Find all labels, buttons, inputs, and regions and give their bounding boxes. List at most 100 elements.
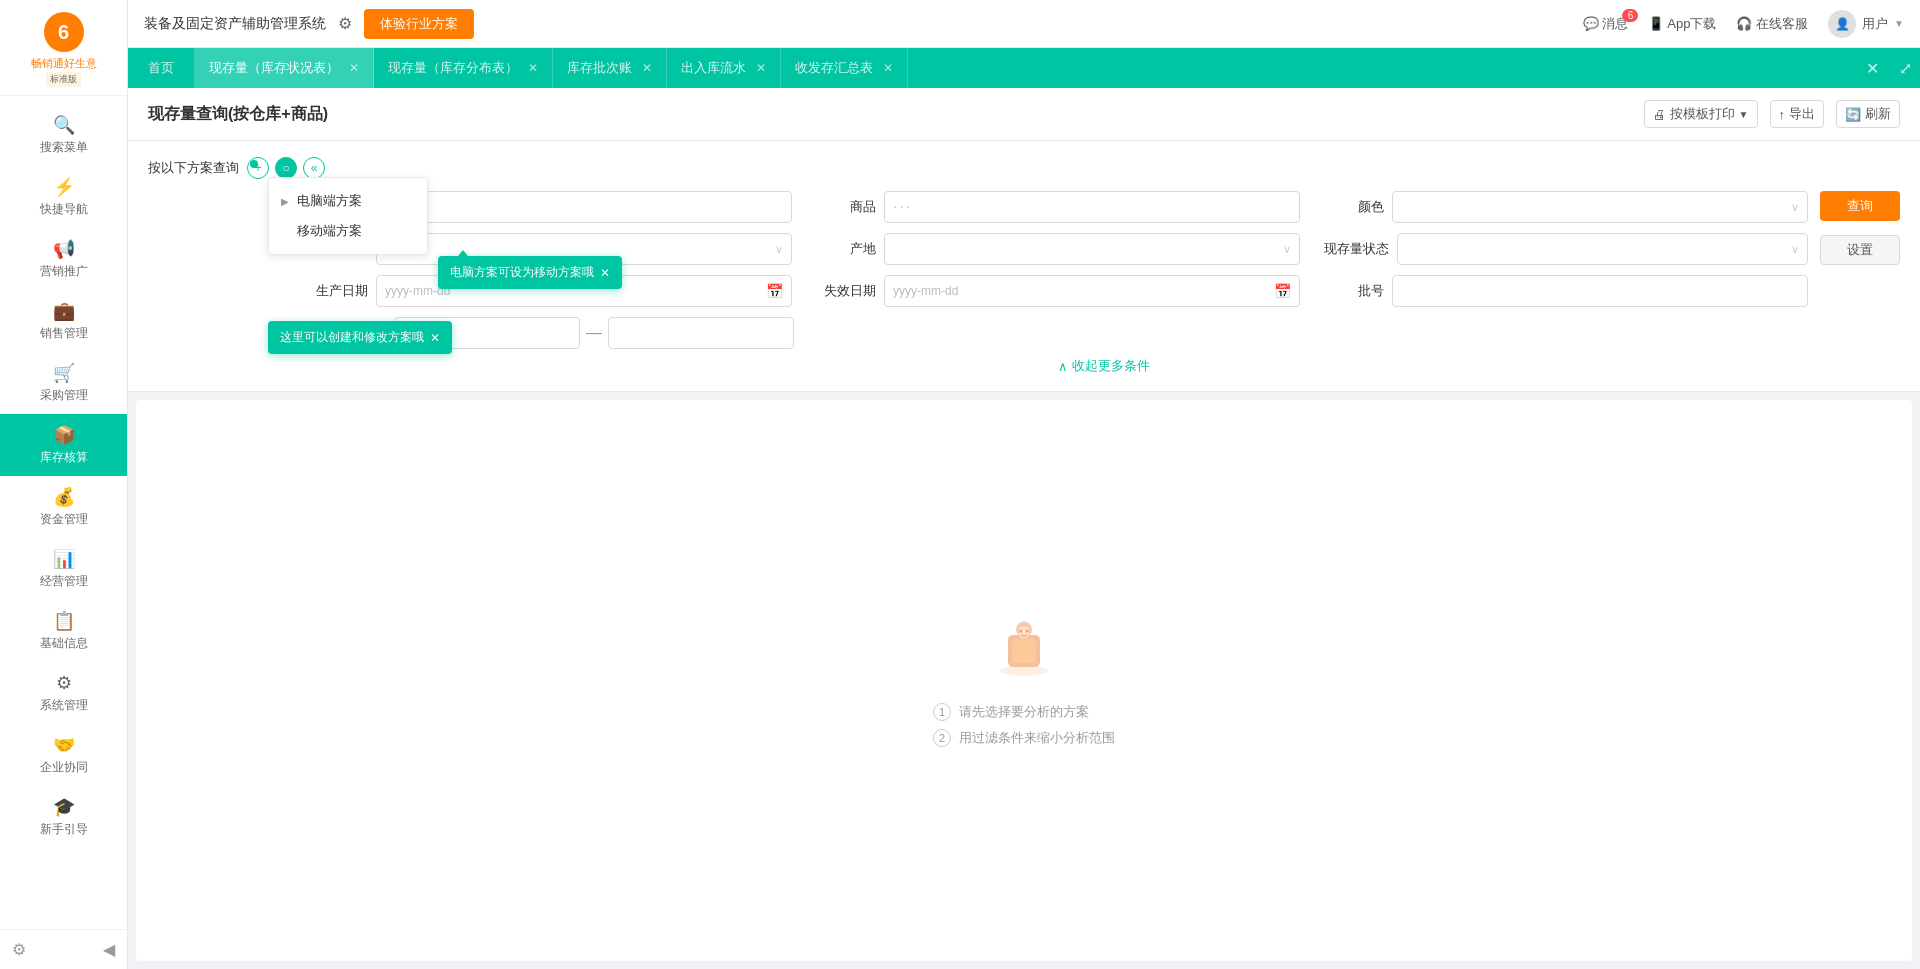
sidebar-item-inventory[interactable]: 📦 库存核算 <box>0 414 127 476</box>
scheme-panel: ▶ 电脑端方案 移动端方案 <box>268 177 428 255</box>
app-download-btn[interactable]: 📱 App下载 <box>1648 15 1716 33</box>
create-tooltip-close[interactable]: ✕ <box>430 331 440 345</box>
sidebar-item-operations[interactable]: 📊 经营管理 <box>0 538 127 600</box>
trial-btn[interactable]: 体验行业方案 <box>364 9 474 39</box>
tab-inventory-dist-close[interactable]: ✕ <box>528 61 538 75</box>
color-select[interactable]: ∨ <box>1392 191 1808 223</box>
pc-tooltip-close[interactable]: ✕ <box>600 266 610 280</box>
filter-header: 按以下方案查询 + ○ « 电脑方案可设为移动方案哦 ✕ <box>148 157 1900 179</box>
sidebar-item-basic[interactable]: 📋 基础信息 <box>0 600 127 662</box>
collapse-btn[interactable]: ∧ 收起更多条件 <box>308 349 1900 375</box>
filter-area: 按以下方案查询 + ○ « 电脑方案可设为移动方案哦 ✕ <box>128 141 1920 392</box>
print-btn[interactable]: 🖨 按模板打印 ▼ <box>1644 100 1758 128</box>
tab-inout-flow-close[interactable]: ✕ <box>756 61 766 75</box>
scheme-item-mobile[interactable]: 移动端方案 <box>269 216 427 246</box>
stock-status-label: 现存量状态 <box>1324 240 1389 258</box>
app-name: 畅销通好生意 <box>31 56 97 70</box>
tab-inventory-batch-label: 库存批次账 <box>567 59 632 77</box>
color-chevron-icon: ∨ <box>1791 201 1799 214</box>
tab-recv-summary[interactable]: 收发存汇总表 ✕ <box>781 48 908 88</box>
sidebar-label-system: 系统管理 <box>40 697 88 714</box>
print-icon: 🖨 <box>1653 107 1666 122</box>
search-btn[interactable]: 查询 <box>1820 191 1900 221</box>
purchase-icon: 🛒 <box>53 362 75 384</box>
finance-icon: 💰 <box>53 486 75 508</box>
filter-row-4: 现存量（主） — <box>308 317 1808 349</box>
tab-inventory-status[interactable]: 现存量（库存状况表） ✕ <box>195 48 374 88</box>
collapse-sidebar-icon[interactable]: ◀ <box>103 940 115 959</box>
sidebar-label-finance: 资金管理 <box>40 511 88 528</box>
tab-inout-flow-label: 出入库流水 <box>681 59 746 77</box>
message-btn[interactable]: 💬 消息 6 <box>1583 15 1629 33</box>
sidebar-label-enterprise: 企业协同 <box>40 759 88 776</box>
reset-btn[interactable]: 设置 <box>1820 235 1900 265</box>
sidebar-label-purchase: 采购管理 <box>40 387 88 404</box>
sidebar-label-inventory: 库存核算 <box>40 449 88 466</box>
origin-label: 产地 <box>816 240 876 258</box>
tab-inventory-status-close[interactable]: ✕ <box>349 61 359 75</box>
sidebar-item-marketing[interactable]: 📢 营销推广 <box>0 228 127 290</box>
tabbar-expand-icon[interactable]: ⤢ <box>1891 59 1920 78</box>
message-badge: 6 <box>1622 9 1638 22</box>
create-scheme-tooltip: 这里可以创建和修改方案哦 ✕ <box>268 321 452 354</box>
warehouse-select[interactable]: ··· <box>376 191 792 223</box>
sidebar-footer: ⚙ ◀ <box>0 929 127 969</box>
refresh-btn[interactable]: 🔄 刷新 <box>1836 100 1900 128</box>
settings-footer-icon[interactable]: ⚙ <box>12 940 26 959</box>
settings-icon[interactable]: ⚙ <box>338 14 352 33</box>
edit-scheme-btn[interactable]: ○ <box>275 157 297 179</box>
stock-status-select[interactable]: ∨ <box>1397 233 1808 265</box>
export-btn[interactable]: ↑ 导出 <box>1770 100 1825 128</box>
basic-icon: 📋 <box>53 610 75 632</box>
sidebar-item-enterprise[interactable]: 🤝 企业协同 <box>0 724 127 786</box>
sidebar-item-system[interactable]: ⚙ 系统管理 <box>0 662 127 724</box>
empty-tips: 1 请先选择要分析的方案 2 用过滤条件来缩小分析范围 <box>933 703 1115 755</box>
app-download-label: App下载 <box>1667 16 1716 31</box>
tab-inventory-dist[interactable]: 现存量（库存分布表） ✕ <box>374 48 553 88</box>
sidebar-item-finance[interactable]: 💰 资金管理 <box>0 476 127 538</box>
print-chevron-icon: ▼ <box>1739 109 1749 120</box>
scheme-pc-label: 电脑端方案 <box>297 192 362 210</box>
scheme-item-pc[interactable]: ▶ 电脑端方案 <box>269 186 427 216</box>
filter-label: 按以下方案查询 <box>148 159 239 177</box>
user-menu[interactable]: 👤 用户 ▼ <box>1828 10 1904 38</box>
tip-num-2: 2 <box>933 729 951 747</box>
sidebar-item-sales[interactable]: 💼 销售管理 <box>0 290 127 352</box>
tabbar-close-icon[interactable]: ✕ <box>1854 59 1891 78</box>
support-label: 在线客服 <box>1756 16 1808 31</box>
support-btn[interactable]: 🎧 在线客服 <box>1736 15 1808 33</box>
filter-product: 商品 ··· <box>816 191 1300 223</box>
origin-select[interactable]: ∨ <box>884 233 1300 265</box>
tab-home[interactable]: 首页 <box>128 48 195 88</box>
sidebar-label-operations: 经营管理 <box>40 573 88 590</box>
collapse-label: 收起更多条件 <box>1072 357 1150 375</box>
tab-inventory-batch[interactable]: 库存批次账 ✕ <box>553 48 667 88</box>
stock-qty-max[interactable] <box>608 317 794 349</box>
back-icon: « <box>311 161 318 175</box>
operations-icon: 📊 <box>53 548 75 570</box>
tab-inout-flow[interactable]: 出入库流水 ✕ <box>667 48 781 88</box>
size-chevron-icon: ∨ <box>775 243 783 256</box>
search-icon: 🔍 <box>53 114 75 136</box>
tip-text-2: 用过滤条件来缩小分析范围 <box>959 729 1115 747</box>
batch-label: 批号 <box>1324 282 1384 300</box>
system-name: 装备及固定资产辅助管理系统 <box>144 15 326 33</box>
add-scheme-btn[interactable]: + <box>247 157 269 179</box>
expiry-date-start[interactable]: yyyy-mm-dd 📅 <box>884 275 1300 307</box>
phone-icon: 📱 <box>1648 16 1664 31</box>
product-select[interactable]: ··· <box>884 191 1300 223</box>
sidebar-item-guide[interactable]: 🎓 新手引导 <box>0 786 127 848</box>
topbar-left: 装备及固定资产辅助管理系统 ⚙ 体验行业方案 <box>144 9 474 39</box>
tab-recv-summary-close[interactable]: ✕ <box>883 61 893 75</box>
back-arrow-btn[interactable]: « <box>303 157 325 179</box>
app-logo: 6 畅销通好生意 标准版 <box>0 0 127 96</box>
batch-input[interactable] <box>1392 275 1808 307</box>
sidebar-item-search[interactable]: 🔍 搜索菜单 <box>0 104 127 166</box>
sidebar-item-quick[interactable]: ⚡ 快捷导航 <box>0 166 127 228</box>
tab-inventory-batch-close[interactable]: ✕ <box>642 61 652 75</box>
sidebar-label-guide: 新手引导 <box>40 821 88 838</box>
sidebar-item-purchase[interactable]: 🛒 采购管理 <box>0 352 127 414</box>
create-tooltip-text: 这里可以创建和修改方案哦 <box>280 329 424 346</box>
empty-tip-2: 2 用过滤条件来缩小分析范围 <box>933 729 1115 747</box>
chevron-up-icon: ∧ <box>1058 359 1068 374</box>
